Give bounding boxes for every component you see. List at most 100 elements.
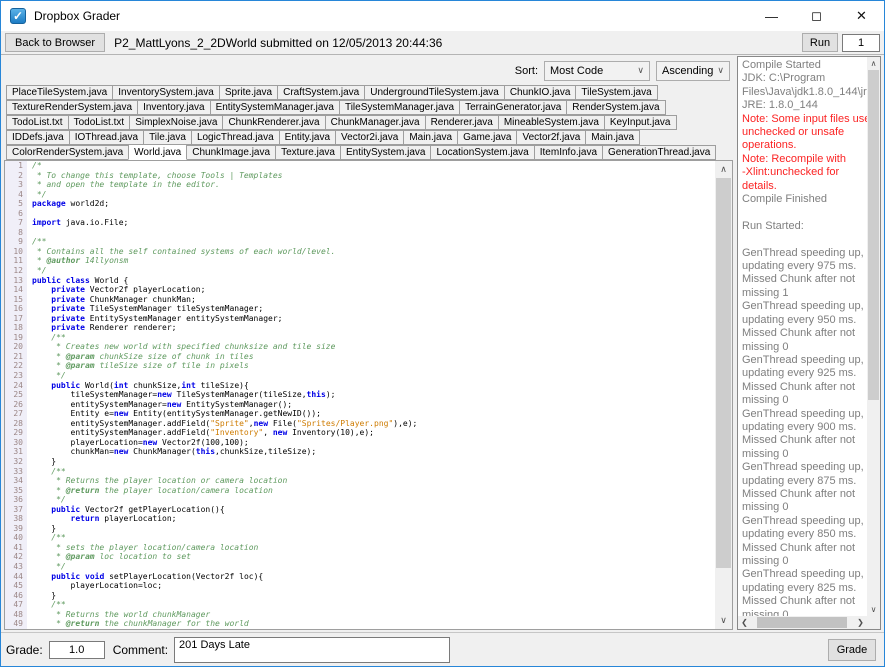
console-line: Missed Chunk after not [742,327,856,340]
source-text: playerLocation=new Vector2f(100,100); [32,437,249,447]
file-tab[interactable]: TodoList.txt [6,115,69,130]
file-tab[interactable]: TerrainGenerator.java [459,100,568,115]
line-number: 28 [5,418,27,429]
source-text: public void setPlayerLocation(Vector2f l… [51,571,264,581]
file-tab[interactable]: EntitySystem.java [339,145,432,160]
file-tab[interactable]: LocationSystem.java [430,145,535,160]
sort-mode-dropdown[interactable]: Most Code ∨ [544,60,650,81]
console-vertical-scrollbar[interactable]: ∧ ∨ [867,57,880,616]
file-tab[interactable]: IOThread.java [68,130,145,145]
file-tab[interactable]: Main.java [585,130,641,145]
console-line: missing 0 [742,447,789,460]
file-tab[interactable]: MineableSystem.java [497,115,605,130]
editor-scroll-thumb[interactable] [716,178,731,568]
console-output[interactable]: Compile Started JDK: C:\Program Files\Java… [738,57,867,616]
scroll-up-icon[interactable]: ∧ [715,161,732,178]
code-editor[interactable]: 1/* 2 * To change this template, choose T… [4,160,733,630]
maximize-button[interactable]: ◻ [794,1,839,31]
file-tab[interactable]: ColorRenderSystem.java [6,145,130,160]
app-title: Dropbox Grader [34,9,121,23]
file-tab[interactable]: Renderer.java [424,115,499,130]
file-tab[interactable]: IDDefs.java [6,130,70,145]
console-line: Note: Some input files use [742,112,867,125]
file-tab[interactable]: RenderSystem.java [566,100,666,115]
file-tab[interactable]: Inventory.java [137,100,211,115]
line-number: 36 [5,495,27,505]
line-number: 42 [5,552,27,562]
file-tab[interactable]: TextureRenderSystem.java [6,100,139,115]
file-tab[interactable]: LogicThread.java [190,130,280,145]
file-tab[interactable]: KeyInput.java [603,115,677,130]
scroll-right-icon[interactable]: ❯ [854,616,867,629]
file-tab[interactable]: ChunkImage.java [186,145,277,160]
close-button[interactable]: ✕ [839,1,884,31]
console-line: updating every 900 ms. [742,420,857,433]
code-line: 49 * @return the chunkManager for the wo… [5,619,715,629]
code-line: 8 [5,227,715,238]
file-tab[interactable]: CraftSystem.java [277,85,366,100]
app-checkmark-icon: ✓ [10,8,26,24]
file-tab[interactable]: InventorySystem.java [112,85,220,100]
console-line: Run Started: [742,219,804,232]
file-tab[interactable]: Sprite.java [218,85,279,100]
grade-field[interactable] [48,640,105,659]
console-scroll-thumb[interactable] [868,70,879,400]
console-line: Missed Chunk after not [742,434,856,447]
line-number: 40 [5,533,27,543]
source-text: tileSystemManager=new TileSystemManager(… [32,390,336,400]
console-line: Missed Chunk after not [742,273,856,286]
code-line: 4 */ [5,189,715,200]
file-tab[interactable]: TileSystem.java [575,85,658,100]
source-text: * @param chunkSize size of chunk in tile… [32,351,254,361]
console-hscroll-thumb[interactable] [757,617,847,628]
code-area[interactable]: 1/* 2 * To change this template, choose T… [5,161,715,629]
file-tab[interactable]: EntitySystemManager.java [209,100,340,115]
file-tab[interactable]: UndergroundTileSystem.java [364,85,505,100]
scroll-left-icon[interactable]: ❮ [738,616,751,629]
file-tab[interactable]: ItemInfo.java [533,145,604,160]
tab-row: TextureRenderSystem.java Inventory.java En… [6,100,733,115]
file-tab[interactable]: ChunkManager.java [324,115,426,130]
grade-button[interactable]: Grade [828,638,876,661]
file-tab[interactable]: TodoList.txt [67,115,131,130]
file-tab[interactable]: World.java [128,144,188,160]
code-line: 1 /* [5,161,715,171]
console-line: updating every 925 ms. [742,367,857,380]
source-text: entitySystemManager=new EntitySystemMana… [32,399,293,409]
file-tab[interactable]: Main.java [403,130,459,145]
source-text: * and open the template in the editor. [32,180,220,190]
code-line: 6 [5,208,715,219]
file-tab[interactable]: SimplexNoise.java [129,115,224,130]
file-tab[interactable]: ChunkRenderer.java [222,115,326,130]
scroll-down-icon[interactable]: ∨ [715,612,732,629]
run-count-field[interactable] [842,33,880,52]
comment-field[interactable]: 201 Days Late [174,636,451,663]
sort-direction-dropdown[interactable]: Ascending ∨ [656,60,730,81]
source-text: public class World { [32,275,129,285]
editor-vertical-scrollbar[interactable]: ∧ ∨ [715,161,732,629]
line-number: 45 [5,581,27,591]
file-tab[interactable]: Entity.java [278,130,337,145]
line-number: 12 [5,266,27,276]
back-to-browser-button[interactable]: Back to Browser [5,33,106,52]
scroll-up-icon[interactable]: ∧ [867,57,880,70]
run-button[interactable]: Run [802,33,838,52]
source-text: Entity e=new Entity(entitySystemManager.… [32,409,321,419]
console-horizontal-scrollbar[interactable]: ❮ ❯ [738,616,867,629]
file-tab[interactable]: Vector2f.java [516,130,587,145]
file-tab[interactable]: ChunkIO.java [503,85,577,100]
file-tab[interactable]: PlaceTileSystem.java [6,85,114,100]
source-text: * Contains all the self contained system… [32,246,336,256]
minimize-button[interactable]: — [749,1,794,31]
code-line: 7 import java.io.File; [5,218,715,228]
file-tab[interactable]: Vector2i.java [335,130,405,145]
file-tab[interactable]: Texture.java [275,145,341,160]
file-tab[interactable]: TileSystemManager.java [338,100,461,115]
sort-mode-value: Most Code [550,64,604,77]
console-line: updating every 850 ms. [742,528,857,541]
file-tab[interactable]: GenerationThread.java [602,145,717,160]
file-tab[interactable]: Game.java [457,130,518,145]
scroll-down-icon[interactable]: ∨ [867,603,880,616]
file-tab[interactable]: Tile.java [143,130,192,145]
